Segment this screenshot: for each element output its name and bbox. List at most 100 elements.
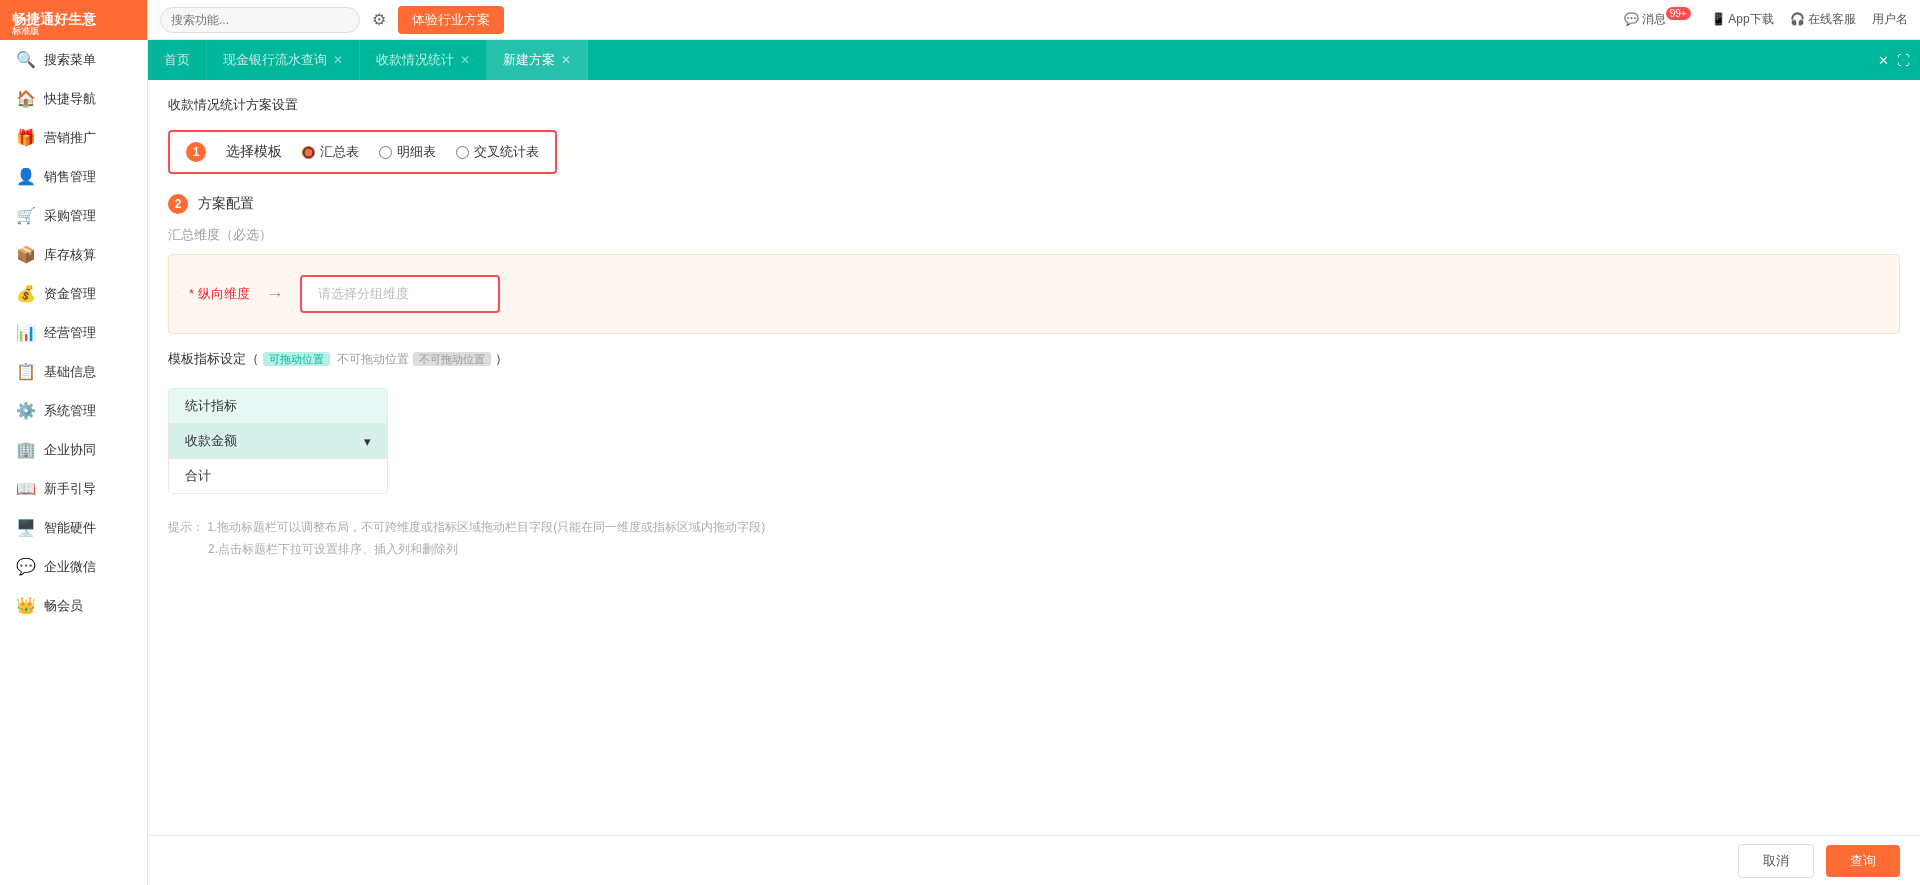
metrics-config: 模板指标设定（ 可拖动位置 不可拖动位置 不可拖动位置 ） 统计指标 收款金额 <box>168 350 1900 497</box>
vertical-dimension-label: * 纵向维度 <box>189 285 250 303</box>
tab-close-new-plan[interactable]: ✕ <box>561 53 571 67</box>
sidebar-item-wechat[interactable]: 💬 企业微信 <box>0 547 147 586</box>
sidebar-item-label: 搜索菜单 <box>44 51 96 69</box>
topbar-right: 💬 消息 99+ 📱 App下载 🎧 在线客服 用户名 <box>1624 11 1908 28</box>
step2-header: 2 方案配置 <box>168 194 1900 214</box>
section-label: 统计指标 <box>185 397 237 415</box>
dropdown-icon[interactable]: ▾ <box>364 434 371 449</box>
monitor-icon: 🖥️ <box>16 518 36 537</box>
footer: 取消 查询 <box>148 835 1920 885</box>
tabbar: 首页 现金银行流水查询 ✕ 收款情况统计 ✕ 新建方案 ✕ ✕ ⛶ <box>148 40 1920 80</box>
tab-receipt-stats[interactable]: 收款情况统计 ✕ <box>360 40 487 80</box>
sidebar-item-label: 畅会员 <box>44 597 83 615</box>
sidebar-item-hardware[interactable]: 🖥️ 智能硬件 <box>0 508 147 547</box>
sidebar-item-label: 系统管理 <box>44 402 96 420</box>
tab-actions: ✕ ⛶ <box>1868 40 1920 80</box>
sidebar-item-enterprise[interactable]: 🏢 企业协同 <box>0 430 147 469</box>
page-title: 收款情况统计方案设置 <box>168 96 1900 114</box>
user-name[interactable]: 用户名 <box>1872 11 1908 28</box>
radio-cross[interactable]: 交叉统计表 <box>456 143 539 161</box>
app-download[interactable]: 📱 App下载 <box>1711 11 1774 28</box>
crown-icon: 👑 <box>16 596 36 615</box>
template-selection-box: 1 选择模板 汇总表 明细表 <box>168 130 557 174</box>
step2-label: 方案配置 <box>198 195 254 213</box>
sidebar-item-member[interactable]: 👑 畅会员 <box>0 586 147 625</box>
online-support[interactable]: 🎧 在线客服 <box>1790 11 1856 28</box>
clipboard-icon: 📋 <box>16 362 36 381</box>
metrics-table: 统计指标 收款金额 ▾ 合计 <box>168 388 388 494</box>
sidebar-item-label: 营销推广 <box>44 129 96 147</box>
fixed-tag: 不可拖动位置 <box>413 352 491 366</box>
chat-icon: 💬 <box>16 557 36 576</box>
gear-icon: ⚙️ <box>16 401 36 420</box>
tips-section: 提示： 1.拖动标题栏可以调整布局，不可跨维度或指标区域拖动栏目字段(只能在同一… <box>168 517 1900 560</box>
query-button[interactable]: 查询 <box>1826 845 1900 877</box>
step1-label: 选择模板 <box>226 143 282 161</box>
sidebar-item-label: 经营管理 <box>44 324 96 342</box>
sidebar-item-sales[interactable]: 👤 销售管理 <box>0 157 147 196</box>
dimension-label: 汇总维度（必选） <box>168 226 1900 244</box>
topbar: ⚙ 体验行业方案 💬 消息 99+ 📱 App下载 🎧 在线客服 用户名 <box>148 0 1920 40</box>
content-area: 收款情况统计方案设置 1 选择模板 汇总表 <box>148 80 1920 835</box>
sidebar-item-label: 库存核算 <box>44 246 96 264</box>
window-maximize-icon[interactable]: ⛶ <box>1897 53 1910 68</box>
sidebar-item-system[interactable]: ⚙️ 系统管理 <box>0 391 147 430</box>
book-icon: 📖 <box>16 479 36 498</box>
sidebar-item-guide[interactable]: 📖 新手引导 <box>0 469 147 508</box>
config-section: 汇总维度（必选） * 纵向维度 → 请选择分组维度 <box>168 226 1900 497</box>
sidebar-item-label: 销售管理 <box>44 168 96 186</box>
sidebar-item-label: 企业协同 <box>44 441 96 459</box>
sidebar-item-label: 采购管理 <box>44 207 96 225</box>
sidebar-item-finance[interactable]: 💰 资金管理 <box>0 274 147 313</box>
step2-section: 2 方案配置 汇总维度（必选） * 纵向维度 → 请选择分组维度 <box>168 194 1900 497</box>
sidebar-logo: 畅捷通好生意 标准版 <box>0 0 147 40</box>
movable-tag: 可拖动位置 <box>263 352 330 366</box>
step1-section: 1 选择模板 汇总表 明细表 <box>168 130 1900 174</box>
gift-icon: 🎁 <box>16 128 36 147</box>
building-icon: 🏢 <box>16 440 36 459</box>
tab-bank-flow[interactable]: 现金银行流水查询 ✕ <box>207 40 360 80</box>
chart-icon: 📊 <box>16 323 36 342</box>
main-area: ⚙ 体验行业方案 💬 消息 99+ 📱 App下载 🎧 在线客服 用户名 首页 … <box>148 0 1920 885</box>
tab-close-receipt-stats[interactable]: ✕ <box>460 53 470 67</box>
step1-header: 1 选择模板 汇总表 明细表 <box>168 130 1900 174</box>
metrics-column-header[interactable]: 收款金额 ▾ <box>169 424 387 459</box>
sidebar-item-operations[interactable]: 📊 经营管理 <box>0 313 147 352</box>
tip-line2: 2.点击标题栏下拉可设置排序、插入列和删除列 <box>168 539 1900 561</box>
message-area[interactable]: 💬 消息 99+ <box>1624 11 1695 28</box>
dimension-selector[interactable]: 请选择分组维度 <box>300 275 500 313</box>
dimension-area: * 纵向维度 → 请选择分组维度 <box>168 254 1900 334</box>
settings-icon[interactable]: ⚙ <box>372 10 386 29</box>
dimension-row: * 纵向维度 → 请选择分组维度 <box>189 275 1879 313</box>
sidebar-item-marketing[interactable]: 🎁 营销推广 <box>0 118 147 157</box>
tab-new-plan[interactable]: 新建方案 ✕ <box>487 40 588 80</box>
trial-button[interactable]: 体验行业方案 <box>398 6 504 34</box>
tab-home[interactable]: 首页 <box>148 40 207 80</box>
message-badge: 99+ <box>1666 7 1691 20</box>
sidebar-item-basic-info[interactable]: 📋 基础信息 <box>0 352 147 391</box>
arrow-icon: → <box>266 284 284 305</box>
version-tag: 标准版 <box>12 25 39 38</box>
sidebar-item-label: 新手引导 <box>44 480 96 498</box>
metrics-table-header: 统计指标 <box>169 389 387 424</box>
money-icon: 💰 <box>16 284 36 303</box>
home-icon: 🏠 <box>16 89 36 108</box>
tab-close-bank-flow[interactable]: ✕ <box>333 53 343 67</box>
sidebar-item-inventory[interactable]: 📦 库存核算 <box>0 235 147 274</box>
sidebar-item-label: 企业微信 <box>44 558 96 576</box>
person-icon: 👤 <box>16 167 36 186</box>
box-icon: 📦 <box>16 245 36 264</box>
radio-summary[interactable]: 汇总表 <box>302 143 359 161</box>
radio-detail[interactable]: 明细表 <box>379 143 436 161</box>
page-container: 收款情况统计方案设置 1 选择模板 汇总表 <box>148 80 1920 835</box>
search-input[interactable] <box>160 7 360 33</box>
window-close-icon[interactable]: ✕ <box>1878 53 1889 68</box>
sidebar-item-search-menu[interactable]: 🔍 搜索菜单 <box>0 40 147 79</box>
cancel-button[interactable]: 取消 <box>1738 844 1814 878</box>
sidebar-item-purchase[interactable]: 🛒 采购管理 <box>0 196 147 235</box>
sidebar-item-label: 资金管理 <box>44 285 96 303</box>
sidebar: 畅捷通好生意 标准版 🔍 搜索菜单 🏠 快捷导航 🎁 营销推广 👤 销售管理 🛒… <box>0 0 148 885</box>
metrics-total-row: 合计 <box>169 459 387 493</box>
metrics-label: 模板指标设定（ 可拖动位置 不可拖动位置 不可拖动位置 ） <box>168 350 1900 368</box>
sidebar-item-quick-nav[interactable]: 🏠 快捷导航 <box>0 79 147 118</box>
